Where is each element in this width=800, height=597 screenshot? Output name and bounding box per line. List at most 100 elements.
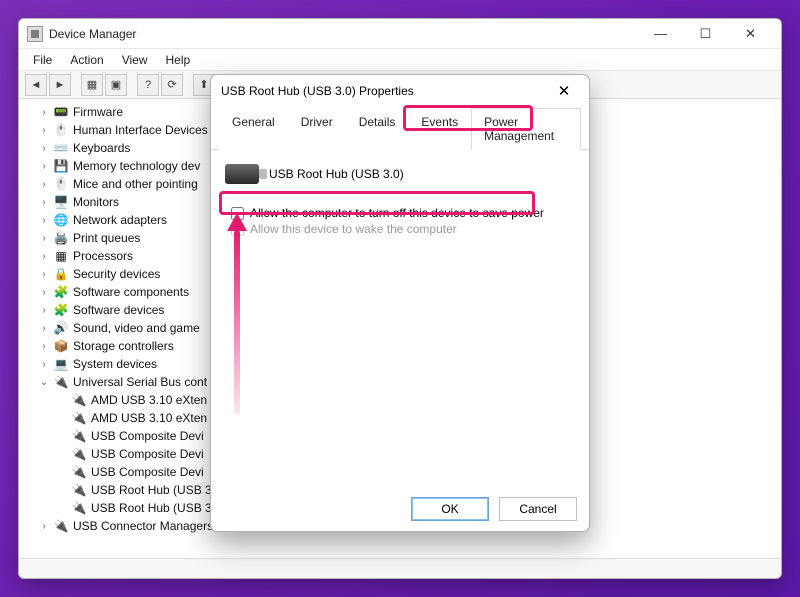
expand-icon[interactable]: › <box>37 233 51 244</box>
tree-item-label: USB Root Hub (USB 3 <box>91 483 212 497</box>
tab-driver[interactable]: Driver <box>288 108 346 150</box>
allow-wake-checkbox <box>231 223 244 236</box>
tree-item-label: Security devices <box>73 267 160 281</box>
menu-view[interactable]: View <box>114 51 156 69</box>
dialog-body: USB Root Hub (USB 3.0) Allow the compute… <box>211 150 589 487</box>
menubar: File Action View Help <box>19 49 781 71</box>
tab-power-management[interactable]: Power Management <box>471 108 581 150</box>
toolbar-sep <box>73 74 79 96</box>
allow-wake-label: Allow this device to wake the computer <box>250 222 457 236</box>
device-category-icon: 🔌 <box>71 428 87 444</box>
device-category-icon: 🧩 <box>53 302 69 318</box>
expand-icon[interactable]: › <box>37 161 51 172</box>
titlebar: Device Manager — ☐ ✕ <box>19 19 781 49</box>
dialog-tabs: General Driver Details Events Power Mana… <box>211 107 589 150</box>
window-controls: — ☐ ✕ <box>638 20 773 48</box>
expand-icon[interactable]: › <box>37 359 51 370</box>
device-category-icon: 🔌 <box>53 518 69 534</box>
collapse-icon[interactable]: ⌄ <box>37 377 51 388</box>
device-category-icon: 💾 <box>53 158 69 174</box>
close-button[interactable]: ✕ <box>728 20 773 48</box>
expand-icon[interactable]: › <box>37 125 51 136</box>
tab-general[interactable]: General <box>219 108 288 150</box>
properties-button[interactable]: ▣ <box>105 74 127 96</box>
device-header-row: USB Root Hub (USB 3.0) <box>225 164 575 184</box>
expand-icon[interactable]: › <box>37 521 51 532</box>
tree-item-label: USB Composite Devi <box>91 465 204 479</box>
tree-item-label: USB Connector Managers <box>73 519 213 533</box>
statusbar <box>19 558 781 578</box>
ok-button[interactable]: OK <box>411 497 489 521</box>
tree-item-label: Firmware <box>73 105 123 119</box>
expand-icon[interactable]: › <box>37 179 51 190</box>
tree-item-label: Software components <box>73 285 189 299</box>
help-button[interactable]: ? <box>137 74 159 96</box>
tree-item-label: System devices <box>73 357 157 371</box>
properties-dialog: USB Root Hub (USB 3.0) Properties ✕ Gene… <box>210 74 590 532</box>
tree-item-label: Keyboards <box>73 141 130 155</box>
menu-help[interactable]: Help <box>158 51 199 69</box>
tree-item-label: Sound, video and game <box>73 321 200 335</box>
device-category-icon: ▦ <box>53 248 69 264</box>
expand-icon[interactable]: › <box>37 251 51 262</box>
device-category-icon: 📟 <box>53 104 69 120</box>
allow-turn-off-row[interactable]: Allow the computer to turn off this devi… <box>231 206 575 220</box>
tree-item-label: USB Root Hub (USB 3. <box>91 501 215 515</box>
tree-item-label: Software devices <box>73 303 164 317</box>
window-title: Device Manager <box>49 27 638 41</box>
tree-item-label: Memory technology dev <box>73 159 200 173</box>
tab-events[interactable]: Events <box>408 108 471 150</box>
maximize-button[interactable]: ☐ <box>683 20 728 48</box>
toolbar-sep <box>185 74 191 96</box>
device-category-icon: 🔒 <box>53 266 69 282</box>
tree-item-label: AMD USB 3.10 eXten <box>91 411 207 425</box>
device-category-icon: 📦 <box>53 338 69 354</box>
menu-file[interactable]: File <box>25 51 60 69</box>
expand-icon[interactable]: › <box>37 287 51 298</box>
minimize-button[interactable]: — <box>638 20 683 48</box>
cancel-button[interactable]: Cancel <box>499 497 577 521</box>
back-button[interactable]: ◄ <box>25 74 47 96</box>
device-category-icon: 🔌 <box>71 482 87 498</box>
device-category-icon: 🖥️ <box>53 194 69 210</box>
scan-button[interactable]: ⟳ <box>161 74 183 96</box>
menu-action[interactable]: Action <box>62 51 111 69</box>
device-category-icon: 🔌 <box>71 464 87 480</box>
expand-icon[interactable]: › <box>37 215 51 226</box>
device-category-icon: 🔌 <box>71 500 87 516</box>
forward-button[interactable]: ► <box>49 74 71 96</box>
device-category-icon: 🧩 <box>53 284 69 300</box>
allow-turn-off-label: Allow the computer to turn off this devi… <box>250 206 544 220</box>
tree-item-label: USB Composite Devi <box>91 429 204 443</box>
device-category-icon: ⌨️ <box>53 140 69 156</box>
expand-icon[interactable]: › <box>37 341 51 352</box>
expand-icon[interactable]: › <box>37 197 51 208</box>
dialog-titlebar: USB Root Hub (USB 3.0) Properties ✕ <box>211 75 589 107</box>
tree-item-label: USB Composite Devi <box>91 447 204 461</box>
dialog-button-row: OK Cancel <box>211 487 589 531</box>
allow-turn-off-checkbox[interactable] <box>231 207 244 220</box>
expand-icon[interactable]: › <box>37 305 51 316</box>
device-category-icon: 🔊 <box>53 320 69 336</box>
tree-item-label: Mice and other pointing <box>73 177 198 191</box>
device-name-label: USB Root Hub (USB 3.0) <box>269 167 404 181</box>
device-category-icon: 🖨️ <box>53 230 69 246</box>
tree-item-label: AMD USB 3.10 eXten <box>91 393 207 407</box>
tree-item-label: Network adapters <box>73 213 167 227</box>
device-category-icon: 🖱️ <box>53 176 69 192</box>
device-category-icon: 🔌 <box>71 446 87 462</box>
expand-icon[interactable]: › <box>37 143 51 154</box>
tab-details[interactable]: Details <box>346 108 409 150</box>
expand-icon[interactable]: › <box>37 269 51 280</box>
device-category-icon: 💻 <box>53 356 69 372</box>
tree-item-label: Processors <box>73 249 133 263</box>
toolbar-sep <box>129 74 135 96</box>
dialog-close-button[interactable]: ✕ <box>549 82 579 100</box>
app-icon <box>27 26 43 42</box>
expand-icon[interactable]: › <box>37 323 51 334</box>
show-hide-tree-button[interactable]: ▦ <box>81 74 103 96</box>
tree-item-label: Universal Serial Bus cont <box>73 375 207 389</box>
device-category-icon: 🔌 <box>71 410 87 426</box>
expand-icon[interactable]: › <box>37 107 51 118</box>
device-category-icon: 🖱️ <box>53 122 69 138</box>
